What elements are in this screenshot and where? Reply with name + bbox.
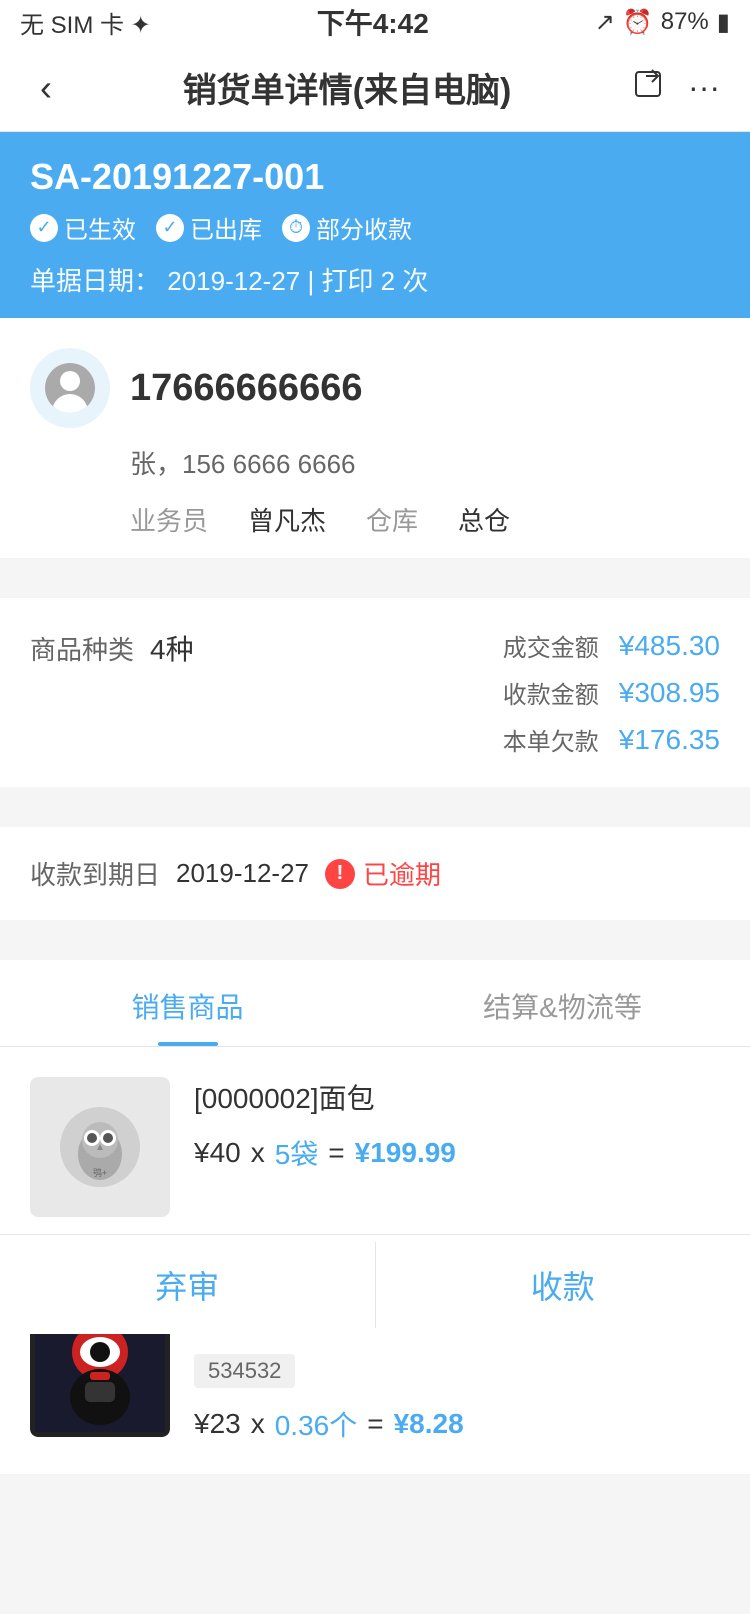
battery-icon: ▮ [717, 8, 730, 37]
overdue-text: 已逾期 [363, 855, 441, 892]
debt-amount-row: 本单欠款 ¥176.35 [503, 722, 720, 757]
product-info-1: [0000002]面包 ¥40 x 5袋 = ¥199.99 [194, 1077, 720, 1173]
sales-label: 业务员 [130, 501, 208, 538]
customer-meta: 业务员 曾凡杰 仓库 总仓 [30, 501, 720, 538]
product-sku-badge: 534532 [194, 1354, 295, 1388]
received-amount-label: 收款金额 [503, 675, 599, 710]
product-name-1: [0000002]面包 [194, 1077, 720, 1117]
sim-status: 无 SIM 卡 ✦ [20, 5, 151, 40]
order-badges: ✓ 已生效 ✓ 已出库 ⏱ 部分收款 [30, 210, 720, 245]
status-time: 下午4:42 [317, 2, 429, 42]
due-label: 收款到期日 [30, 855, 160, 892]
status-right: ↗ ⏰ 87% ▮ [595, 8, 730, 37]
nav-actions: ··· [632, 68, 720, 108]
tab-settlement[interactable]: 结算&物流等 [375, 960, 750, 1046]
badge-partial-payment: ⏱ 部分收款 [282, 210, 412, 245]
received-amount-value: ¥308.95 [619, 677, 720, 709]
warehouse-label: 仓库 [366, 501, 418, 538]
check-icon-2: ✓ [156, 214, 184, 242]
sales-name: 曾凡杰 [248, 501, 326, 538]
owl-icon: 鸮+ [55, 1102, 145, 1192]
clock-icon: ⏱ [282, 214, 310, 242]
order-date: 单据日期： 2019-12-27 | 打印 2 次 [30, 261, 720, 298]
customer-id: 17666666666 [130, 367, 362, 410]
product-price-2: ¥23 x 0.36个 = ¥8.28 [194, 1404, 720, 1444]
qty-1: 5袋 [275, 1133, 319, 1173]
summary-grid: 商品种类 4种 成交金额 ¥485.30 收款金额 ¥308.95 本单欠款 ¥… [30, 628, 720, 757]
page-title: 销货单详情(来自电脑) [183, 63, 512, 112]
equals-sign-1: = [328, 1137, 344, 1169]
product-thumbnail-1: 鸮+ [30, 1077, 170, 1217]
bottom-bar: 弃审 收款 [0, 1234, 750, 1334]
due-date-value: 2019-12-27 [176, 858, 309, 889]
amounts: 成交金额 ¥485.30 收款金额 ¥308.95 本单欠款 ¥176.35 [503, 628, 720, 757]
abandon-review-button[interactable]: 弃审 [0, 1242, 376, 1328]
debt-value: ¥176.35 [619, 724, 720, 756]
nav-bar: ‹ 销货单详情(来自电脑) ··· [0, 44, 750, 132]
product-item: 鸮+ [0000002]面包 ¥40 x 5袋 = ¥199.99 [0, 1047, 750, 1247]
equals-sign-2: = [367, 1408, 383, 1440]
svg-text:鸮+: 鸮+ [93, 1167, 107, 1178]
type-label: 商品种类 [30, 630, 134, 667]
avatar-icon [45, 363, 95, 413]
status-bar: 无 SIM 卡 ✦ 下午4:42 ↗ ⏰ 87% ▮ [0, 0, 750, 44]
debt-label: 本单欠款 [503, 722, 599, 757]
alarm-icon: ⏰ [623, 8, 653, 37]
deal-amount-value: ¥485.30 [619, 630, 720, 662]
product-types: 商品种类 4种 [30, 628, 194, 668]
product-price-1: ¥40 x 5袋 = ¥199.99 [194, 1133, 720, 1173]
badge-activated: ✓ 已生效 [30, 210, 136, 245]
status-left: 无 SIM 卡 ✦ [20, 5, 151, 40]
qty-2: 0.36个 [275, 1404, 358, 1444]
avatar [30, 348, 110, 428]
overdue-badge: ! 已逾期 [325, 855, 441, 892]
tab-sales-products[interactable]: 销售商品 [0, 960, 375, 1046]
deal-amount-row: 成交金额 ¥485.30 [503, 628, 720, 663]
price-base-1: ¥40 [194, 1137, 241, 1169]
type-value: 4种 [150, 628, 194, 668]
overdue-icon: ! [325, 859, 355, 889]
collect-payment-button[interactable]: 收款 [376, 1242, 750, 1328]
back-button[interactable]: ‹ [30, 57, 62, 119]
more-icon[interactable]: ··· [688, 69, 720, 106]
summary-section: 商品种类 4种 成交金额 ¥485.30 收款金额 ¥308.95 本单欠款 ¥… [0, 598, 750, 787]
customer-row: 17666666666 [30, 348, 720, 428]
total-1: ¥199.99 [355, 1137, 456, 1169]
price-base-2: ¥23 [194, 1408, 241, 1440]
customer-section: 17666666666 张，156 6666 6666 业务员 曾凡杰 仓库 总… [0, 318, 750, 558]
order-number: SA-20191227-001 [30, 156, 720, 198]
location-icon: ↗ [595, 8, 615, 37]
multiply-sign-1: x [251, 1137, 265, 1169]
due-date-section: 收款到期日 2019-12-27 ! 已逾期 [0, 827, 750, 920]
deal-amount-label: 成交金额 [503, 628, 599, 663]
check-icon-1: ✓ [30, 214, 58, 242]
warehouse-name: 总仓 [458, 501, 510, 538]
received-amount-row: 收款金额 ¥308.95 [503, 675, 720, 710]
order-header: SA-20191227-001 ✓ 已生效 ✓ 已出库 ⏱ 部分收款 单据日期：… [0, 132, 750, 318]
badge-shipped: ✓ 已出库 [156, 210, 262, 245]
battery-level: 87% [661, 8, 709, 36]
multiply-sign-2: x [251, 1408, 265, 1440]
tabs: 销售商品 结算&物流等 [0, 960, 750, 1047]
share-icon[interactable] [632, 68, 664, 108]
total-2: ¥8.28 [394, 1408, 464, 1440]
customer-contact: 张，156 6666 6666 [30, 444, 720, 481]
